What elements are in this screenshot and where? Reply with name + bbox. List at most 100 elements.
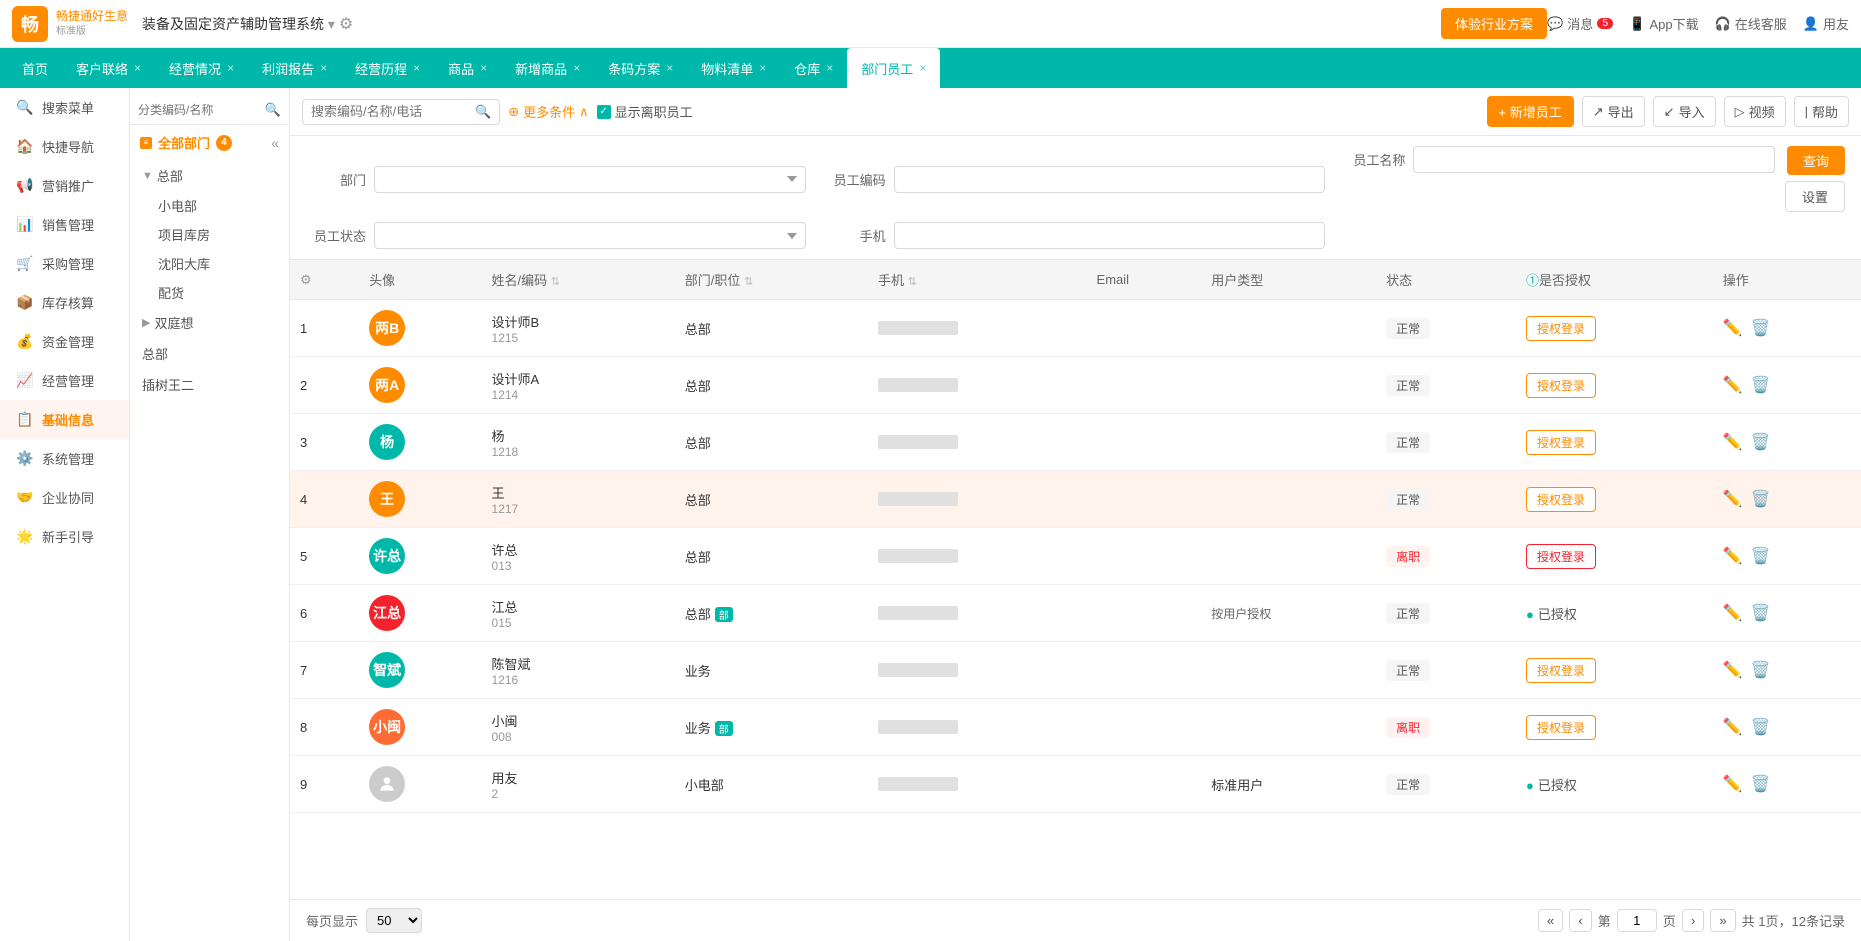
row-auth[interactable]: 授权登录 xyxy=(1516,528,1713,585)
close-icon[interactable]: × xyxy=(759,61,766,75)
message-btn[interactable]: 💬 消息 5 xyxy=(1547,14,1613,33)
sidebar-item-system[interactable]: ⚙️ 系统管理 xyxy=(0,439,129,478)
sidebar-item-search[interactable]: 🔍 搜索菜单 xyxy=(0,88,129,127)
dept-group-header[interactable]: ▼ 总部 xyxy=(138,160,281,191)
edit-icon[interactable]: ✏️ xyxy=(1723,717,1743,737)
delete-icon[interactable]: 🗑️ xyxy=(1751,774,1771,794)
dept-collapse-btn[interactable]: « xyxy=(271,135,279,151)
dept-group-shuangting-header[interactable]: ▶ 双庭想 xyxy=(138,307,281,338)
next-page-btn[interactable]: › xyxy=(1682,909,1704,932)
user-btn[interactable]: 👤 用友 xyxy=(1803,14,1849,33)
close-icon[interactable]: × xyxy=(573,61,580,75)
export-btn[interactable]: ↗ 导出 xyxy=(1582,96,1645,127)
sidebar-item-collab[interactable]: 🤝 企业协同 xyxy=(0,478,129,517)
import-btn[interactable]: ↙ 导入 xyxy=(1653,96,1716,127)
close-icon[interactable]: × xyxy=(826,61,833,75)
auth-login-btn[interactable]: 授权登录 xyxy=(1526,430,1596,455)
dept-child-project[interactable]: 项目库房 xyxy=(138,220,281,249)
delete-icon[interactable]: 🗑️ xyxy=(1751,489,1771,509)
delete-icon[interactable]: 🗑️ xyxy=(1751,546,1771,566)
sidebar-item-marketing[interactable]: 📢 营销推广 xyxy=(0,166,129,205)
close-icon[interactable]: × xyxy=(134,61,141,75)
edit-icon[interactable]: ✏️ xyxy=(1723,603,1743,623)
emp-name-input[interactable] xyxy=(1413,146,1775,173)
row-auth[interactable]: ●已授权 xyxy=(1516,756,1713,813)
view-btn[interactable]: ▷ 视频 xyxy=(1724,96,1786,127)
row-auth[interactable]: 授权登录 xyxy=(1516,471,1713,528)
add-employee-btn[interactable]: + 新增员工 xyxy=(1487,96,1574,127)
tab-add-goods[interactable]: 新增商品 × xyxy=(501,48,594,88)
auth-login-btn[interactable]: 授权登录 xyxy=(1526,658,1596,683)
first-page-btn[interactable]: « xyxy=(1538,909,1563,932)
edit-icon[interactable]: ✏️ xyxy=(1723,774,1743,794)
prev-page-btn[interactable]: ‹ xyxy=(1569,909,1591,932)
close-icon[interactable]: × xyxy=(919,61,926,75)
col-dept[interactable]: 部门/职位 ⇅ xyxy=(675,260,868,300)
close-icon[interactable]: × xyxy=(413,61,420,75)
delete-icon[interactable]: 🗑️ xyxy=(1751,717,1771,737)
delete-icon[interactable]: 🗑️ xyxy=(1751,432,1771,452)
dept-group-chushu-header[interactable]: 插树王二 xyxy=(138,369,281,400)
more-filter-btn[interactable]: ⊕ 更多条件 ∧ xyxy=(508,102,588,121)
sidebar-item-purchase[interactable]: 🛒 采购管理 xyxy=(0,244,129,283)
tab-home[interactable]: 首页 xyxy=(8,48,62,88)
sidebar-item-quick-nav[interactable]: 🏠 快捷导航 xyxy=(0,127,129,166)
dept-child-shenyang[interactable]: 沈阳大库 xyxy=(138,249,281,278)
sidebar-item-inventory[interactable]: 📦 库存核算 xyxy=(0,283,129,322)
close-icon[interactable]: × xyxy=(320,61,327,75)
row-auth[interactable]: 授权登录 xyxy=(1516,414,1713,471)
edit-icon[interactable]: ✏️ xyxy=(1723,375,1743,395)
auth-login-btn[interactable]: 授权登录 xyxy=(1526,487,1596,512)
emp-code-input[interactable] xyxy=(894,166,1326,193)
delete-icon[interactable]: 🗑️ xyxy=(1751,603,1771,623)
show-resigned-toggle[interactable]: ✓ 显示离职员工 xyxy=(597,102,693,121)
set-btn[interactable]: 设置 xyxy=(1785,181,1845,212)
tab-customer[interactable]: 客户联络 × xyxy=(62,48,155,88)
online-service-btn[interactable]: 🎧 在线客服 xyxy=(1715,14,1787,33)
help-btn[interactable]: | 帮助 xyxy=(1794,96,1849,127)
col-settings[interactable]: ⚙ xyxy=(290,260,359,300)
tab-profit[interactable]: 利润报告 × xyxy=(248,48,341,88)
tab-history[interactable]: 经营历程 × xyxy=(341,48,434,88)
tab-operations[interactable]: 经营情况 × xyxy=(155,48,248,88)
search-input[interactable] xyxy=(311,104,471,119)
row-auth[interactable]: 授权登录 xyxy=(1516,699,1713,756)
app-download-btn[interactable]: 📱 App下载 xyxy=(1629,14,1698,33)
auth-login-btn[interactable]: 授权登录 xyxy=(1526,316,1596,341)
phone-input[interactable] xyxy=(894,222,1326,249)
row-auth[interactable]: 授权登录 xyxy=(1516,300,1713,357)
delete-icon[interactable]: 🗑️ xyxy=(1751,375,1771,395)
last-page-btn[interactable]: » xyxy=(1710,909,1735,932)
auth-login-btn[interactable]: 授权登录 xyxy=(1526,544,1596,569)
close-icon[interactable]: × xyxy=(480,61,487,75)
dept-child-distribution[interactable]: 配货 xyxy=(138,278,281,307)
close-icon[interactable]: × xyxy=(227,61,234,75)
tab-dept-employee[interactable]: 部门员工 × xyxy=(847,48,940,88)
tab-warehouse[interactable]: 仓库 × xyxy=(780,48,847,88)
edit-icon[interactable]: ✏️ xyxy=(1723,546,1743,566)
sidebar-item-finance[interactable]: 💰 资金管理 xyxy=(0,322,129,361)
tab-bom[interactable]: 物料清单 × xyxy=(687,48,780,88)
per-page-select[interactable]: 50 10 20 100 xyxy=(366,908,422,933)
row-auth[interactable]: 授权登录 xyxy=(1516,642,1713,699)
auth-login-btn[interactable]: 授权登录 xyxy=(1526,373,1596,398)
dept-search-input[interactable] xyxy=(138,103,261,117)
row-auth[interactable]: ●已授权 xyxy=(1516,585,1713,642)
delete-icon[interactable]: 🗑️ xyxy=(1751,660,1771,680)
try-industry-btn[interactable]: 体验行业方案 xyxy=(1441,8,1547,39)
dept-child-small-elec[interactable]: 小电部 xyxy=(138,191,281,220)
col-phone[interactable]: 手机 ⇅ xyxy=(868,260,1087,300)
sidebar-item-basic-info[interactable]: 📋 基础信息 xyxy=(0,400,129,439)
settings-icon[interactable]: ⚙ xyxy=(339,14,353,34)
sidebar-item-guide[interactable]: 🌟 新手引导 xyxy=(0,517,129,556)
page-input[interactable] xyxy=(1617,909,1657,932)
edit-icon[interactable]: ✏️ xyxy=(1723,318,1743,338)
emp-status-select[interactable] xyxy=(374,222,806,249)
system-dropdown-btn[interactable]: ▾ xyxy=(328,16,335,33)
col-name[interactable]: 姓名/编码 ⇅ xyxy=(482,260,675,300)
sidebar-item-operations-mgr[interactable]: 📈 经营管理 xyxy=(0,361,129,400)
dept-filter-select[interactable] xyxy=(374,166,806,193)
edit-icon[interactable]: ✏️ xyxy=(1723,432,1743,452)
sidebar-item-sales[interactable]: 📊 销售管理 xyxy=(0,205,129,244)
tab-barcode[interactable]: 条码方案 × xyxy=(594,48,687,88)
